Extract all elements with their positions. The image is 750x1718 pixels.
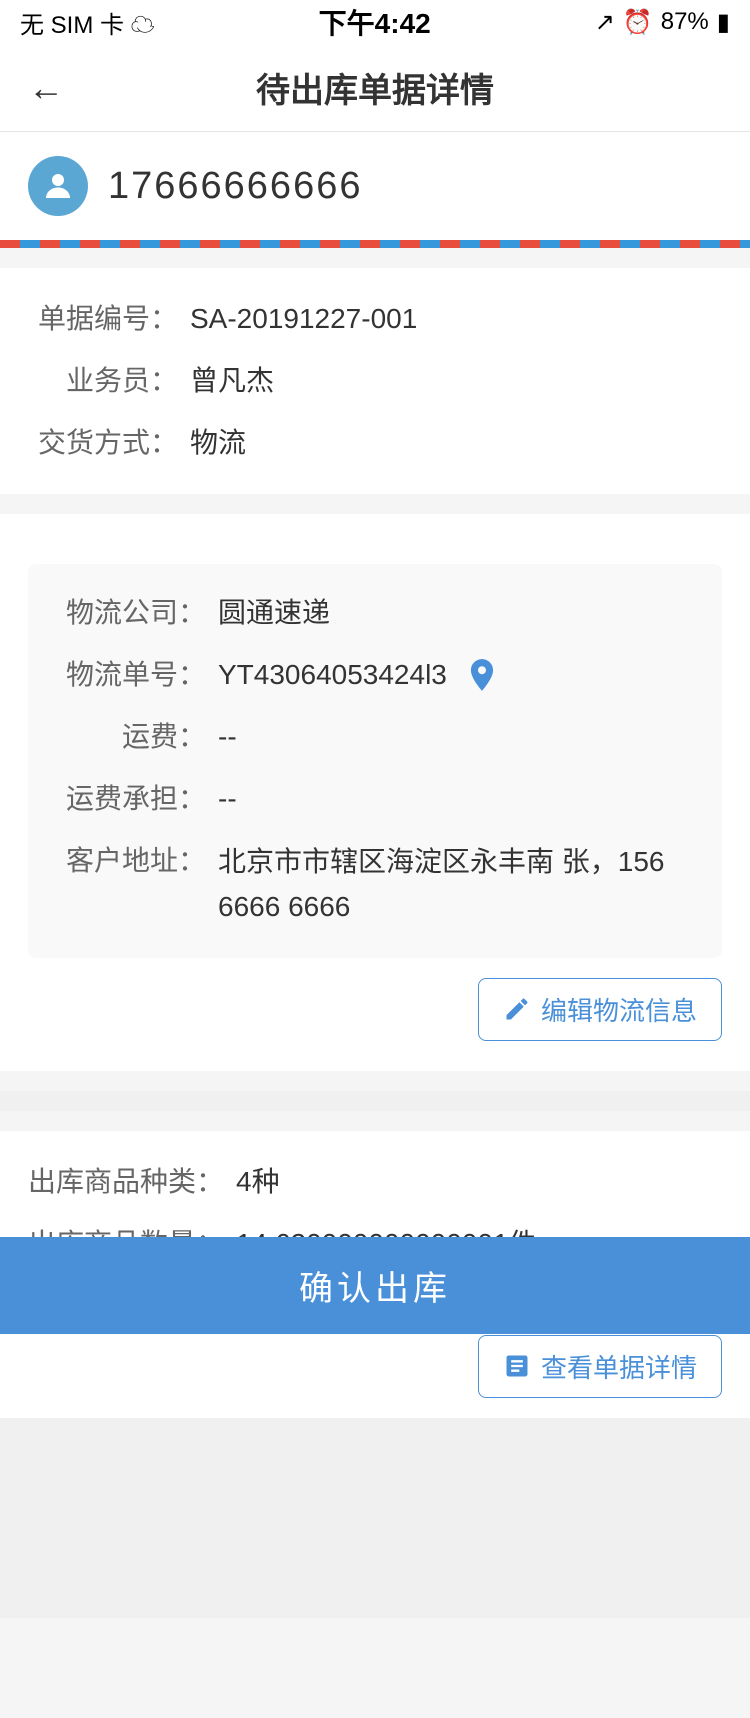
delivery-method-row: 交货方式： 物流	[28, 422, 722, 464]
section-divider	[0, 1091, 750, 1111]
confirm-outbound-button[interactable]: 确认出库	[0, 1261, 750, 1310]
salesman-value: 曾凡杰	[190, 360, 722, 402]
footer-spacer	[0, 1618, 750, 1718]
battery-text: 87%	[661, 8, 709, 36]
freight-bearer-value: --	[218, 778, 694, 820]
page-title: 待出库单据详情	[256, 63, 494, 112]
address-row: 客户地址： 北京市市辖区海淀区永丰南 张，156 6666 6666	[56, 840, 694, 930]
tracking-no-text: YT43064053424l3	[218, 654, 447, 696]
user-icon	[40, 168, 76, 204]
status-bar: 无 SIM 卡 ☁ 下午4:42 ↗ ⏰ 87% ▮	[0, 0, 750, 44]
status-right: ↗ ⏰ 87% ▮	[595, 8, 730, 37]
stock-type-value: 4种	[236, 1161, 722, 1203]
customer-header: 17666666666	[0, 132, 750, 240]
logistics-company-value: 圆通速递	[218, 592, 694, 634]
view-detail-button[interactable]: 查看单据详情	[478, 1335, 722, 1398]
logistics-company-label: 物流公司：	[56, 592, 206, 634]
edit-icon	[503, 995, 531, 1023]
logistics-section: 物流公司： 圆通速递 物流单号： YT43064053424l3 运费： --	[0, 514, 750, 1071]
freight-value: --	[218, 716, 694, 758]
alarm-icon: ⏰	[623, 8, 653, 37]
tracking-no-value: YT43064053424l3	[218, 654, 694, 696]
stock-type-row: 出库商品种类： 4种	[28, 1161, 722, 1203]
gray-area	[0, 1418, 750, 1618]
delivery-method-label: 交货方式：	[28, 422, 178, 464]
document-no-label: 单据编号：	[28, 298, 178, 340]
address-value: 北京市市辖区海淀区永丰南 张，156 6666 6666	[218, 840, 694, 930]
tracking-no-label: 物流单号：	[56, 654, 206, 696]
status-time: 下午4:42	[319, 2, 431, 42]
battery-icon: ▮	[717, 8, 730, 37]
stock-type-label: 出库商品种类：	[28, 1161, 224, 1203]
tracking-no-row: 物流单号： YT43064053424l3	[56, 654, 694, 696]
avatar	[28, 156, 88, 216]
document-no-row: 单据编号： SA-20191227-001	[28, 298, 722, 340]
salesman-label: 业务员：	[28, 360, 178, 402]
map-icon[interactable]	[463, 656, 501, 694]
carrier-text: 无 SIM 卡 ☁	[20, 5, 155, 40]
confirm-button-area: 确认出库	[0, 1237, 750, 1334]
document-no-value: SA-20191227-001	[190, 298, 722, 340]
logistics-card: 物流公司： 圆通速递 物流单号： YT43064053424l3 运费： --	[28, 564, 722, 958]
location-icon: ↗	[595, 8, 615, 37]
freight-bearer-row: 运费承担： --	[56, 778, 694, 820]
edit-logistics-label: 编辑物流信息	[541, 991, 697, 1028]
address-label: 客户地址：	[56, 840, 206, 882]
freight-bearer-label: 运费承担：	[56, 778, 206, 820]
salesman-row: 业务员： 曾凡杰	[28, 360, 722, 402]
back-button[interactable]: ←	[28, 67, 64, 109]
delivery-method-value: 物流	[190, 422, 722, 464]
freight-row: 运费： --	[56, 716, 694, 758]
edit-logistics-area: 编辑物流信息	[28, 978, 722, 1041]
status-left: 无 SIM 卡 ☁	[20, 5, 155, 40]
freight-label: 运费：	[56, 716, 206, 758]
view-detail-label: 查看单据详情	[541, 1348, 697, 1385]
logistics-company-row: 物流公司： 圆通速递	[56, 592, 694, 634]
edit-logistics-button[interactable]: 编辑物流信息	[478, 978, 722, 1041]
decorative-line	[0, 240, 750, 248]
customer-phone: 17666666666	[108, 165, 362, 208]
basic-info-section: 单据编号： SA-20191227-001 业务员： 曾凡杰 交货方式： 物流	[0, 268, 750, 494]
document-icon	[503, 1352, 531, 1380]
nav-bar: ← 待出库单据详情	[0, 44, 750, 132]
